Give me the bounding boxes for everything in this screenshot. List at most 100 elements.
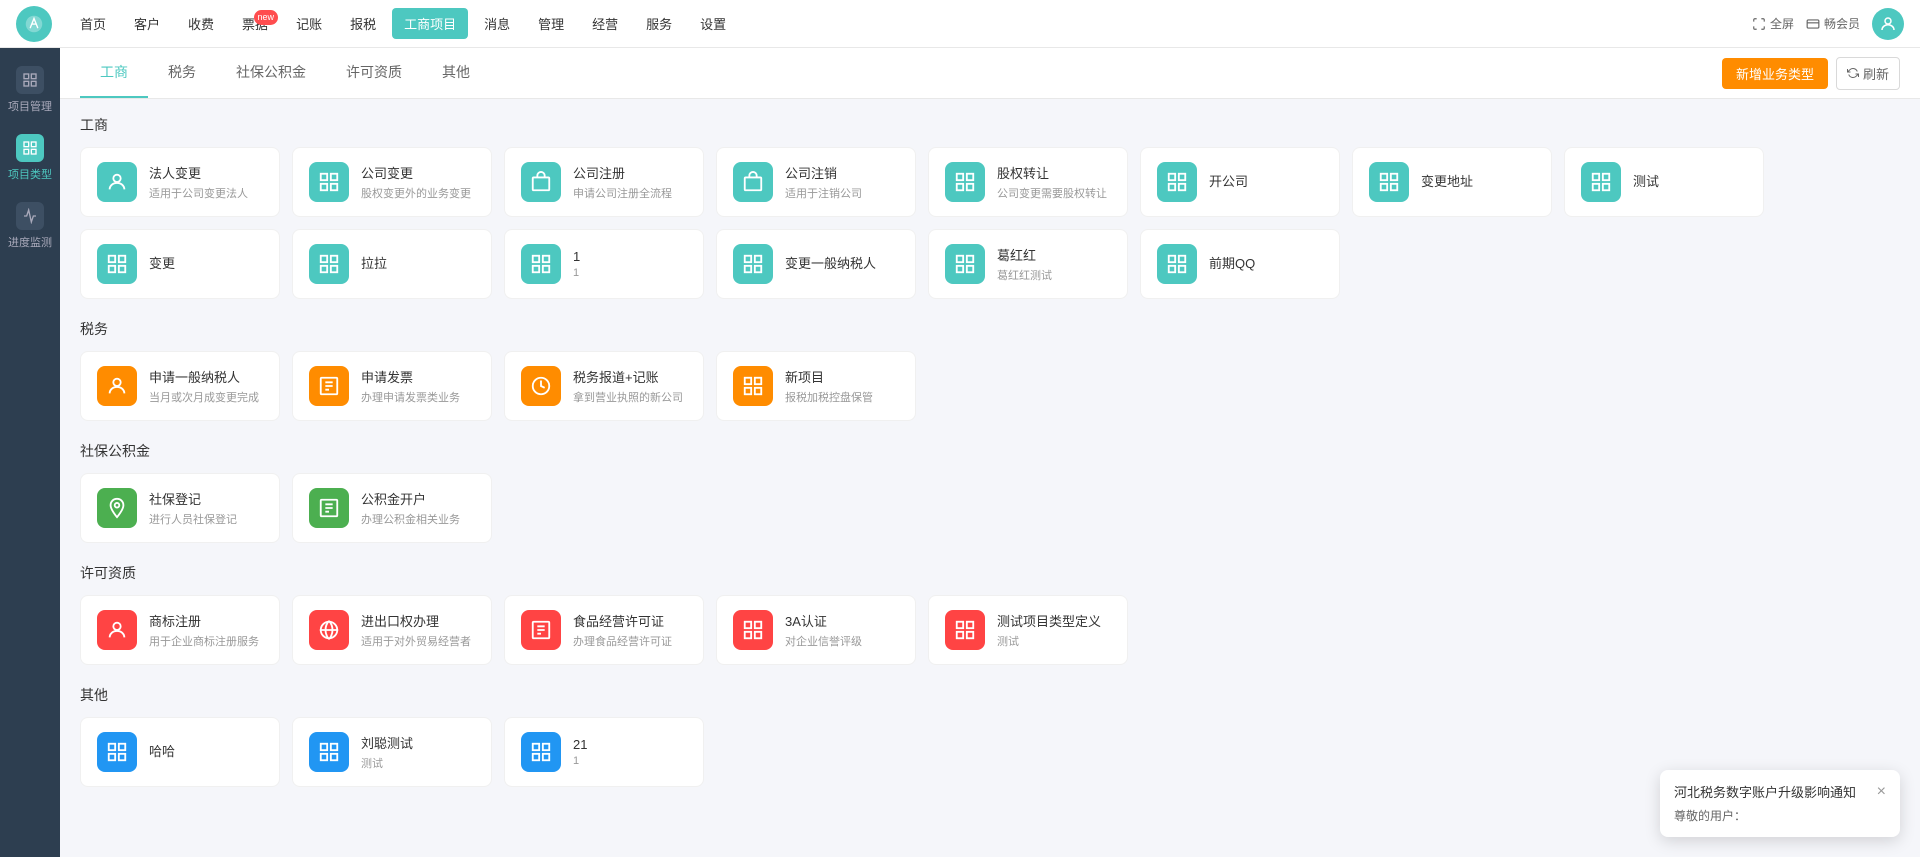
section-title-industry: 工商: [80, 115, 1900, 135]
card-desc: 报税加税控盘保管: [785, 389, 899, 405]
tab-bar: 工商 税务 社保公积金 许可资质 其他: [80, 48, 490, 98]
apply-invoice-icon: [309, 366, 349, 406]
fullscreen-btn[interactable]: 全屏: [1752, 15, 1794, 32]
card-legal-change[interactable]: 法人变更 适用于公司变更法人: [80, 147, 280, 217]
card-liu-test[interactable]: 刘聪测试 测试: [292, 717, 492, 787]
card-ha-ha[interactable]: 哈哈: [80, 717, 280, 787]
change-address-icon: [1369, 162, 1409, 202]
card-company-change[interactable]: 公司变更 股权变更外的业务变更: [292, 147, 492, 217]
nav-item-home[interactable]: 首页: [68, 8, 118, 39]
prev-qq-icon: [1157, 244, 1197, 284]
new-type-button[interactable]: 新增业务类型: [1722, 58, 1828, 89]
card-title: 哈哈: [149, 741, 263, 760]
test-icon: [1581, 162, 1621, 202]
card-desc: 进行人员社保登记: [149, 511, 263, 527]
card-trademark-reg[interactable]: 商标注册 用于企业商标注册服务: [80, 595, 280, 665]
company-reg-icon: [521, 162, 561, 202]
header-actions: 新增业务类型 刷新: [1722, 57, 1900, 90]
nav-item-industry[interactable]: 工商项目: [392, 8, 468, 39]
card-company-reg[interactable]: 公司注册 申请公司注册全流程: [504, 147, 704, 217]
project-type-icon: [16, 134, 44, 162]
card-import-export[interactable]: 进出口权办理 适用于对外贸易经营者: [292, 595, 492, 665]
nav-item-manage[interactable]: 管理: [526, 8, 576, 39]
equity-transfer-icon: [945, 162, 985, 202]
card-desc: 适用于注销公司: [785, 185, 899, 201]
card-desc: 办理食品经营许可证: [573, 633, 687, 649]
card-title: 商标注册: [149, 611, 263, 630]
food-permit-icon: [521, 610, 561, 650]
nav-item-service[interactable]: 服务: [634, 8, 684, 39]
nav-item-tax[interactable]: 报税: [338, 8, 388, 39]
card-company-cancel[interactable]: 公司注销 适用于注销公司: [716, 147, 916, 217]
app-logo: [16, 6, 52, 42]
nav-item-customer[interactable]: 客户: [122, 8, 172, 39]
main-wrapper: 工商 税务 社保公积金 许可资质 其他 新增业务类型 刷新 工商: [60, 48, 1920, 857]
card-desc: 1: [573, 755, 687, 767]
card-desc: 适用于对外贸易经营者: [361, 633, 475, 649]
card-change[interactable]: 变更: [80, 229, 280, 299]
section-permit: 许可资质 商标注册 用于企业商标注册服务 进出口权: [80, 563, 1900, 665]
card-num1[interactable]: 1 1: [504, 229, 704, 299]
permit-cards-grid: 商标注册 用于企业商标注册服务 进出口权办理 适用于对外贸易经营者: [80, 595, 1900, 665]
card-desc: 办理申请发票类业务: [361, 389, 475, 405]
card-fund-account[interactable]: 公积金开户 办理公积金相关业务: [292, 473, 492, 543]
card-equity-transfer[interactable]: 股权转让 公司变更需要股权转让: [928, 147, 1128, 217]
card-change-general-tax[interactable]: 变更一般纳税人: [716, 229, 916, 299]
notification-close-button[interactable]: ×: [1877, 783, 1886, 801]
card-title: 股权转让: [997, 163, 1111, 182]
tab-industry[interactable]: 工商: [80, 48, 148, 98]
tab-social-security[interactable]: 社保公积金: [216, 48, 326, 98]
tab-permit[interactable]: 许可资质: [326, 48, 422, 98]
sidebar-item-project-type[interactable]: 项目类型: [0, 124, 60, 192]
user-avatar[interactable]: [1872, 8, 1904, 40]
nav-item-operation[interactable]: 经营: [580, 8, 630, 39]
card-test-type-def[interactable]: 测试项目类型定义 测试: [928, 595, 1128, 665]
company-change-icon: [309, 162, 349, 202]
card-open-company[interactable]: 开公司: [1140, 147, 1340, 217]
card-desc: 拿到营业执照的新公司: [573, 389, 687, 405]
card-lala[interactable]: 拉拉: [292, 229, 492, 299]
card-social-reg[interactable]: 社保登记 进行人员社保登记: [80, 473, 280, 543]
tax-cards-grid: 申请一般纳税人 当月或次月成变更完成 申请发票 办理申请发票类业务: [80, 351, 1900, 421]
card-new-project[interactable]: 新项目 报税加税控盘保管: [716, 351, 916, 421]
tab-tax[interactable]: 税务: [148, 48, 216, 98]
card-food-permit[interactable]: 食品经营许可证 办理食品经营许可证: [504, 595, 704, 665]
tax-report-icon: [521, 366, 561, 406]
card-desc: 股权变更外的业务变更: [361, 185, 475, 201]
sidebar-item-label: 项目管理: [8, 98, 52, 114]
card-title: 21: [573, 737, 687, 752]
main-header: 工商 税务 社保公积金 许可资质 其他 新增业务类型 刷新: [60, 48, 1920, 99]
nav-item-ticket[interactable]: 票据 new: [230, 8, 280, 39]
sidebar-item-project-manage[interactable]: 项目管理: [0, 56, 60, 124]
card-desc: 办理公积金相关业务: [361, 511, 475, 527]
card-desc: 申请公司注册全流程: [573, 185, 687, 201]
card-apply-invoice[interactable]: 申请发票 办理申请发票类业务: [292, 351, 492, 421]
apply-general-tax-icon: [97, 366, 137, 406]
card-title: 测试: [1633, 171, 1747, 190]
card-title: 3A认证: [785, 611, 899, 630]
sidebar: 项目管理 项目类型 进度监测: [0, 48, 60, 857]
card-test[interactable]: 测试: [1564, 147, 1764, 217]
tab-other[interactable]: 其他: [422, 48, 490, 98]
card-change-address[interactable]: 变更地址: [1352, 147, 1552, 217]
test-type-def-icon: [945, 610, 985, 650]
refresh-button[interactable]: 刷新: [1836, 57, 1900, 90]
nav-item-bookkeeping[interactable]: 记账: [284, 8, 334, 39]
card-title: 开公司: [1209, 171, 1323, 190]
card-tax-report-bookkeeping[interactable]: 税务报道+记账 拿到营业执照的新公司: [504, 351, 704, 421]
card-title: 拉拉: [361, 253, 475, 272]
card-apply-general-tax[interactable]: 申请一般纳税人 当月或次月成变更完成: [80, 351, 280, 421]
ha-ha-icon: [97, 732, 137, 772]
vip-btn[interactable]: 畅会员: [1806, 15, 1860, 32]
card-prev-qq[interactable]: 前期QQ: [1140, 229, 1340, 299]
card-num21[interactable]: 21 1: [504, 717, 704, 787]
card-3a-cert[interactable]: 3A认证 对企业信誉评级: [716, 595, 916, 665]
nav-item-collection[interactable]: 收费: [176, 8, 226, 39]
nav-item-settings[interactable]: 设置: [688, 8, 738, 39]
other-cards-grid: 哈哈 刘聪测试 测试 2: [80, 717, 1900, 787]
card-ge-hong-hong[interactable]: 葛红红 葛红红测试: [928, 229, 1128, 299]
social-cards-grid: 社保登记 进行人员社保登记 公积金开户 办理公积金相关业务: [80, 473, 1900, 543]
sidebar-item-progress[interactable]: 进度监测: [0, 192, 60, 260]
nav-item-message[interactable]: 消息: [472, 8, 522, 39]
social-reg-icon: [97, 488, 137, 528]
